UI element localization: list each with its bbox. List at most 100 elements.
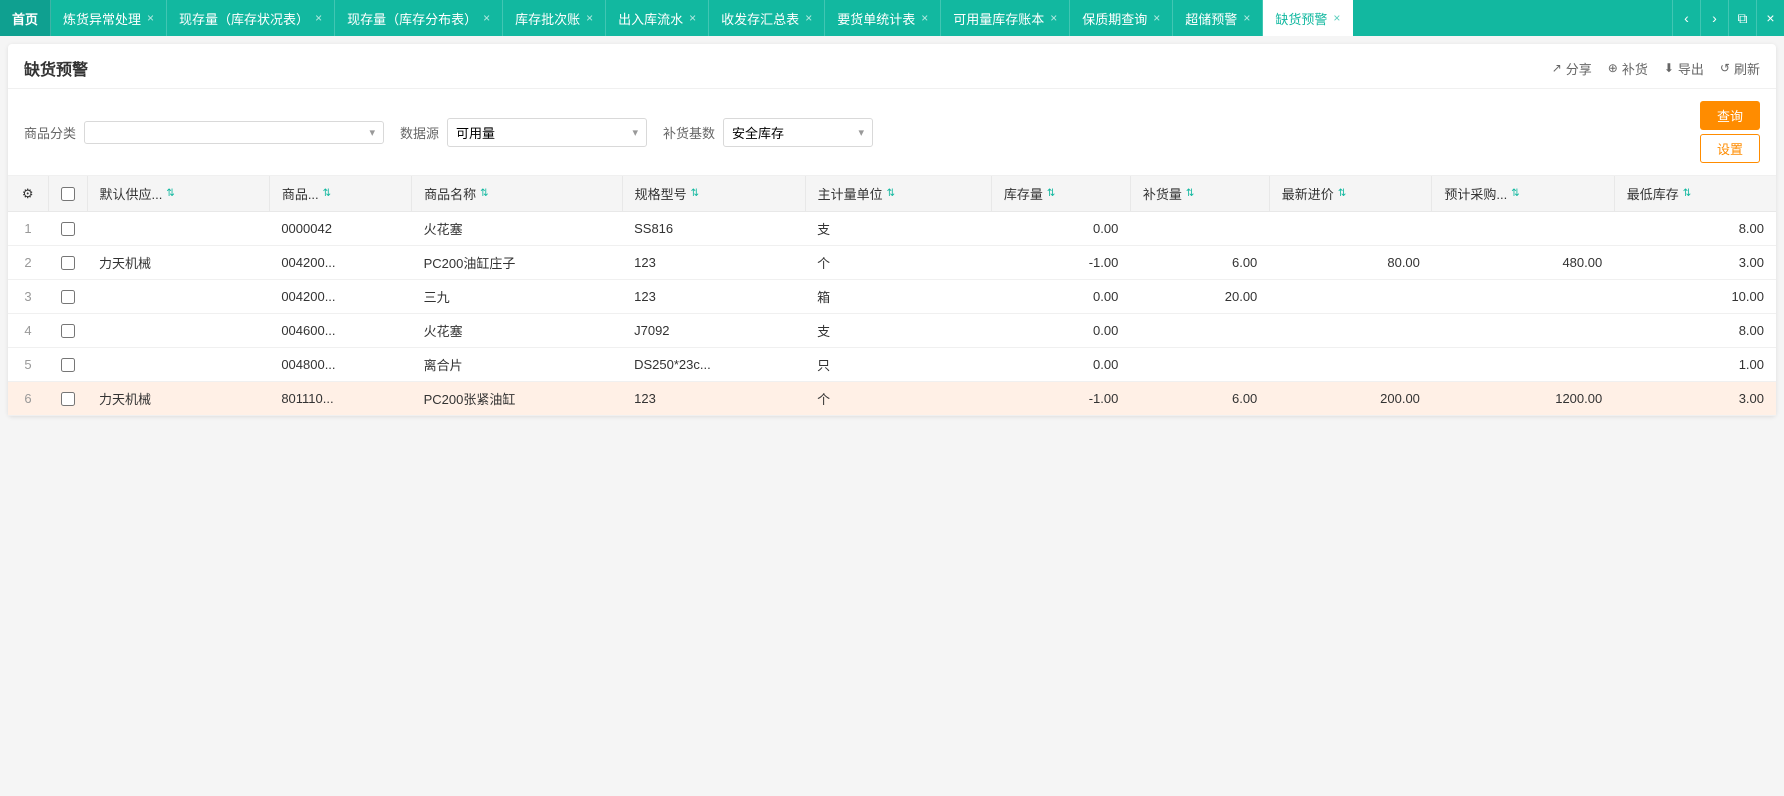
cell-product-code: 801110... xyxy=(269,382,411,416)
th-product-code-label: 商品... xyxy=(282,184,319,203)
cell-check xyxy=(48,348,87,382)
share-button[interactable]: ↗ 分享 xyxy=(1552,59,1592,78)
th-default-supplier-label: 默认供应... xyxy=(100,184,163,203)
th-default-supplier: 默认供应... ⇅ xyxy=(87,176,269,212)
th-latest-price-label: 最新进价 xyxy=(1282,184,1334,203)
cell-product-code: 0000042 xyxy=(269,212,411,246)
cell-replenish-qty: 20.00 xyxy=(1130,280,1269,314)
row-checkbox-2[interactable] xyxy=(61,290,75,304)
cell-unit: 个 xyxy=(805,246,991,280)
query-button[interactable]: 查询 xyxy=(1700,101,1760,130)
close-stock-status-icon[interactable]: × xyxy=(315,11,322,25)
nav-exception[interactable]: 炼货异常处理 × xyxy=(51,0,167,36)
export-button[interactable]: ⬇ 导出 xyxy=(1664,59,1704,78)
refresh-label: 刷新 xyxy=(1734,59,1760,78)
cell-product-name: PC200油缸庄子 xyxy=(412,246,623,280)
cell-spec: 123 xyxy=(622,246,805,280)
cell-replenish-qty xyxy=(1130,212,1269,246)
cell-product-code: 004200... xyxy=(269,280,411,314)
th-min-stock-sort-icon: ⇅ xyxy=(1683,188,1691,199)
nav-batch-account[interactable]: 库存批次账 × xyxy=(503,0,606,36)
th-min-stock: 最低库存 ⇅ xyxy=(1614,176,1776,212)
refresh-icon: ↺ xyxy=(1720,61,1730,75)
cell-product-name: 火花塞 xyxy=(412,314,623,348)
th-product-name: 商品名称 ⇅ xyxy=(412,176,623,212)
row-checkbox-0[interactable] xyxy=(61,222,75,236)
nav-shortage-label: 缺货预警 xyxy=(1275,9,1327,28)
th-est-purchase: 预计采购... ⇅ xyxy=(1432,176,1614,212)
cell-supplier: 力天机械 xyxy=(87,382,269,416)
close-demand-stats-icon[interactable]: × xyxy=(921,11,928,25)
nav-avail-ledger[interactable]: 可用量库存账本 × xyxy=(941,0,1070,36)
nav-restore-button[interactable]: ⧉ xyxy=(1728,0,1756,36)
nav-recv-summary[interactable]: 收发存汇总表 × xyxy=(709,0,825,36)
cell-est-purchase: 1200.00 xyxy=(1432,382,1614,416)
category-select[interactable]: ▾ xyxy=(84,121,384,144)
th-replenish-qty: 补货量 ⇅ xyxy=(1130,176,1269,212)
nav-close-button[interactable]: × xyxy=(1756,0,1784,36)
select-all-checkbox[interactable] xyxy=(61,187,75,201)
cell-product-name: 火花塞 xyxy=(412,212,623,246)
nav-shortage[interactable]: 缺货预警 × xyxy=(1263,0,1353,36)
cell-supplier xyxy=(87,212,269,246)
nav-stock-status-label: 现存量（库存状况表） xyxy=(179,9,309,28)
th-product-code-sort-icon: ⇅ xyxy=(323,188,331,199)
refresh-button[interactable]: ↺ 刷新 xyxy=(1720,59,1760,78)
nav-inout-flow[interactable]: 出入库流水 × xyxy=(606,0,709,36)
data-table: ⚙ 默认供应... ⇅ xyxy=(8,176,1776,416)
nav-avail-ledger-label: 可用量库存账本 xyxy=(953,9,1044,28)
filter-actions: 查询 设置 xyxy=(1700,101,1760,163)
category-chevron-icon: ▾ xyxy=(369,126,375,139)
cell-index: 6 xyxy=(8,382,48,416)
nav-prev-button[interactable]: ‹ xyxy=(1672,0,1700,36)
nav-home[interactable]: 首页 xyxy=(0,0,51,36)
th-check xyxy=(48,176,87,212)
close-stock-dist-icon[interactable]: × xyxy=(483,11,490,25)
nav-next-button[interactable]: › xyxy=(1700,0,1728,36)
replenish-button[interactable]: ⊕ 补货 xyxy=(1608,59,1648,78)
topnav: 首页 炼货异常处理 × 现存量（库存状况表） × 现存量（库存分布表） × 库存… xyxy=(0,0,1784,36)
th-unit-label: 主计量单位 xyxy=(818,184,883,203)
cell-replenish-qty xyxy=(1130,314,1269,348)
category-label: 商品分类 xyxy=(24,123,76,142)
th-product-name-label: 商品名称 xyxy=(424,184,476,203)
cell-product-name: 三九 xyxy=(412,280,623,314)
datasource-select[interactable]: 可用量 ▾ xyxy=(447,118,647,147)
settings-gear-icon[interactable]: ⚙ xyxy=(22,186,34,201)
th-unit-sort-icon: ⇅ xyxy=(887,188,895,199)
cell-unit: 个 xyxy=(805,382,991,416)
th-latest-price: 最新进价 ⇅ xyxy=(1269,176,1432,212)
cell-spec: J7092 xyxy=(622,314,805,348)
nav-demand-stats[interactable]: 要货单统计表 × xyxy=(825,0,941,36)
table-row: 2 力天机械 004200... PC200油缸庄子 123 个 -1.00 6… xyxy=(8,246,1776,280)
row-checkbox-3[interactable] xyxy=(61,324,75,338)
export-icon: ⬇ xyxy=(1664,61,1674,75)
th-est-purchase-sort-icon: ⇅ xyxy=(1511,188,1519,199)
cell-est-purchase xyxy=(1432,348,1614,382)
close-avail-ledger-icon[interactable]: × xyxy=(1050,11,1057,25)
replenish-select[interactable]: 安全库存 ▾ xyxy=(723,118,873,147)
close-recv-summary-icon[interactable]: × xyxy=(805,11,812,25)
datasource-value: 可用量 xyxy=(456,123,495,142)
th-unit: 主计量单位 ⇅ xyxy=(805,176,991,212)
nav-stock-status[interactable]: 现存量（库存状况表） × xyxy=(167,0,335,36)
row-checkbox-1[interactable] xyxy=(61,256,75,270)
page-header: 缺货预警 ↗ 分享 ⊕ 补货 ⬇ 导出 ↺ 刷新 xyxy=(8,44,1776,89)
row-checkbox-4[interactable] xyxy=(61,358,75,372)
nav-stock-dist[interactable]: 现存量（库存分布表） × xyxy=(335,0,503,36)
nav-expiry-query[interactable]: 保质期查询 × xyxy=(1070,0,1173,36)
cell-index: 2 xyxy=(8,246,48,280)
row-checkbox-5[interactable] xyxy=(61,392,75,406)
nav-overstock[interactable]: 超储预警 × xyxy=(1173,0,1263,36)
cell-index: 5 xyxy=(8,348,48,382)
cell-index: 4 xyxy=(8,314,48,348)
close-overstock-icon[interactable]: × xyxy=(1243,11,1250,25)
close-exception-icon[interactable]: × xyxy=(147,11,154,25)
close-expiry-query-icon[interactable]: × xyxy=(1153,11,1160,25)
close-inout-flow-icon[interactable]: × xyxy=(689,11,696,25)
nav-expiry-query-label: 保质期查询 xyxy=(1082,9,1147,28)
cell-check xyxy=(48,212,87,246)
close-shortage-icon[interactable]: × xyxy=(1333,11,1340,25)
settings-button[interactable]: 设置 xyxy=(1700,134,1760,163)
close-batch-account-icon[interactable]: × xyxy=(586,11,593,25)
